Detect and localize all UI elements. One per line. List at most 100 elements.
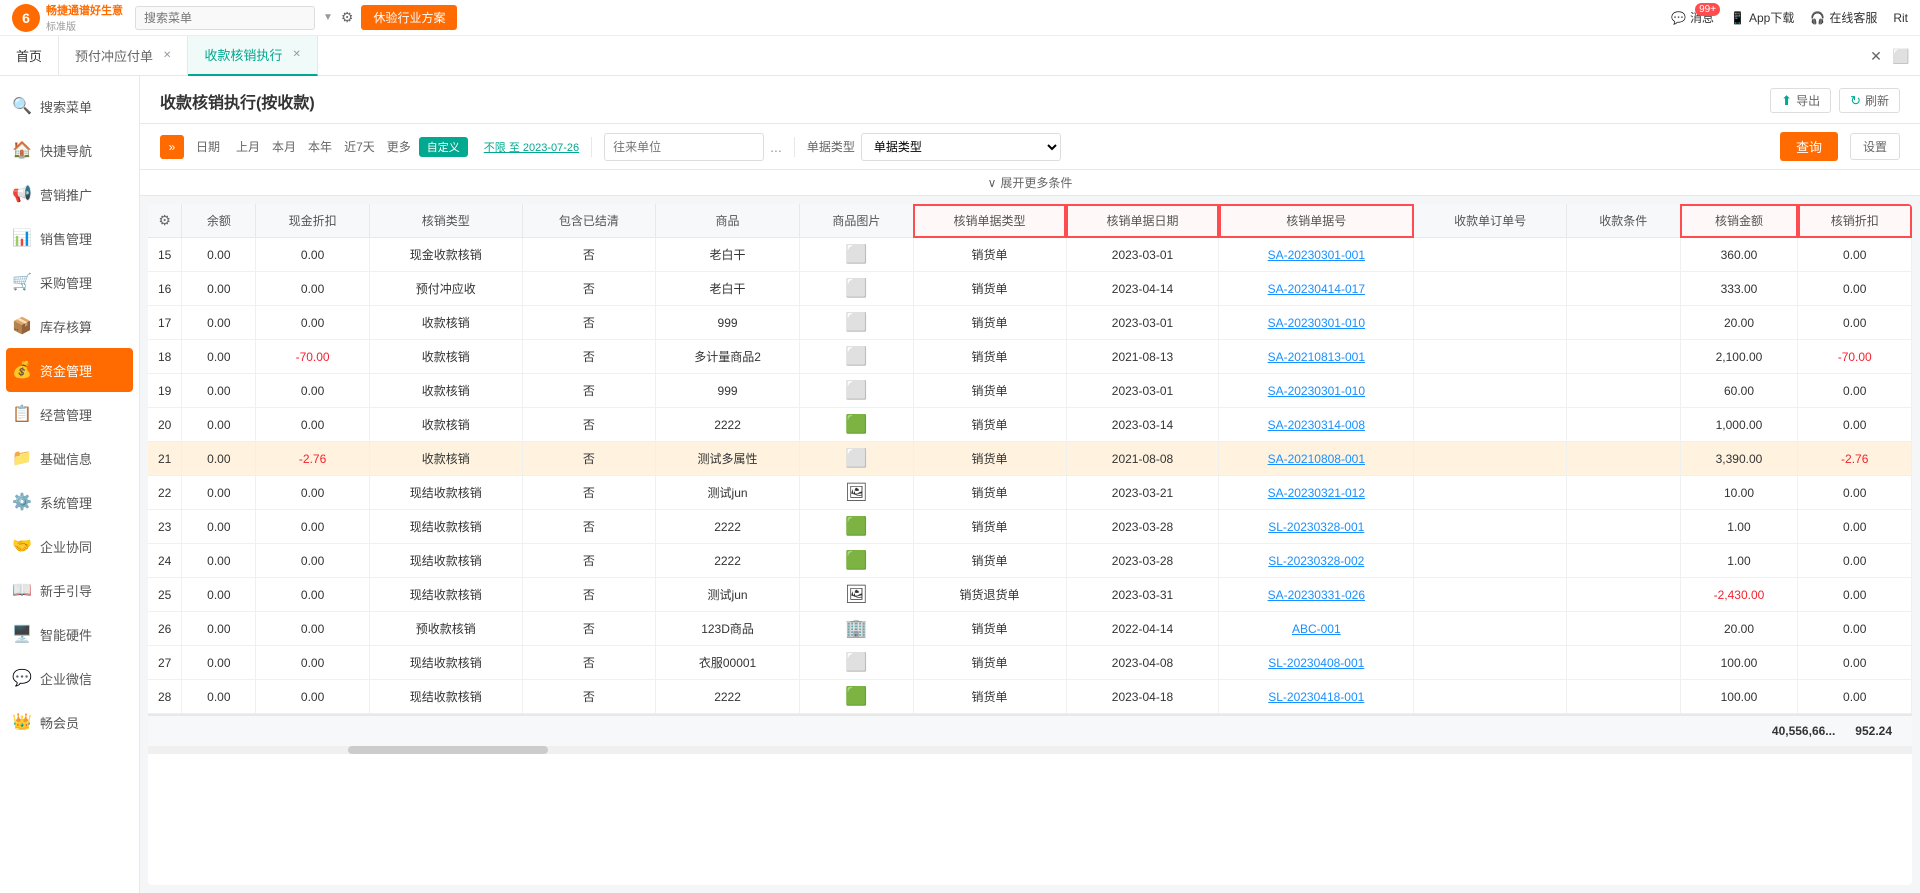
cell-product-img: ⬜: [800, 374, 913, 408]
close-window-btn[interactable]: ✕: [1868, 48, 1884, 64]
dots-icon[interactable]: ...: [770, 139, 782, 155]
app-download[interactable]: 📱 App下载: [1730, 9, 1794, 26]
scrollbar-track[interactable]: [148, 746, 1912, 754]
cell-cancel-amount: 1.00: [1680, 544, 1798, 578]
receipt-type-select[interactable]: 单据类型: [861, 133, 1061, 161]
cell-cancel-doc-type: 销货单: [913, 476, 1066, 510]
sidebar-item-guide[interactable]: 📖 新手引导: [0, 568, 139, 612]
cell-product: 999: [655, 306, 799, 340]
sidebar-item-sales[interactable]: 📊 销售管理: [0, 216, 139, 260]
sidebar-item-base[interactable]: 📁 基础信息: [0, 436, 139, 480]
cell-cancel-doc-no[interactable]: SA-20230301-001: [1219, 238, 1414, 272]
date-more[interactable]: 更多: [383, 136, 415, 157]
date-this-month[interactable]: 本月: [268, 136, 300, 157]
table-row: 25 0.00 0.00 现结收款核销 否 测试jun 🖼 销货退货单 2023…: [148, 578, 1912, 612]
cell-receipt-order-no: [1414, 510, 1567, 544]
sidebar-item-collab[interactable]: 🤝 企业协同: [0, 524, 139, 568]
cell-cancel-doc-no[interactable]: SL-20230328-002: [1219, 544, 1414, 578]
cell-cancel-type: 现结收款核销: [369, 578, 522, 612]
cell-cancel-type: 现结收款核销: [369, 646, 522, 680]
cell-include-cleared: 否: [522, 646, 655, 680]
cell-cancel-doc-no[interactable]: SL-20230418-001: [1219, 680, 1414, 714]
cell-cancel-doc-no[interactable]: SA-20230321-012: [1219, 476, 1414, 510]
cell-cancel-doc-type: 销货单: [913, 340, 1066, 374]
gear-icon[interactable]: ⚙: [341, 9, 354, 26]
cell-cash-discount: 0.00: [256, 374, 369, 408]
sidebar-item-system[interactable]: ⚙️ 系统管理: [0, 480, 139, 524]
sidebar-item-wechat[interactable]: 💬 企业微信: [0, 656, 139, 700]
user-name[interactable]: Rit: [1893, 11, 1908, 25]
tab-receipt-cancel[interactable]: 收款核销执行 ✕: [188, 36, 317, 76]
cell-product: 多计量商品2: [655, 340, 799, 374]
cell-include-cleared: 否: [522, 476, 655, 510]
date-group: 上月 本月 本年 近7天 更多 自定义: [232, 136, 468, 157]
cell-cancel-doc-no[interactable]: SA-20230414-017: [1219, 272, 1414, 306]
cell-balance: 0.00: [182, 340, 256, 374]
sidebar-item-inventory[interactable]: 📦 库存核算: [0, 304, 139, 348]
sidebar-item-marketing[interactable]: 📢 营销推广: [0, 172, 139, 216]
footer-total-discount: 952.24: [1855, 724, 1892, 738]
sidebar-item-member[interactable]: 👑 畅会员: [0, 700, 139, 744]
tab-prepay[interactable]: 预付冲应付单 ✕: [59, 36, 188, 76]
scrollbar-thumb[interactable]: [348, 746, 548, 754]
filter-setting-btn[interactable]: 设置: [1850, 133, 1900, 160]
sidebar-item-search[interactable]: 🔍 搜索菜单: [0, 84, 139, 128]
cell-cancel-doc-date: 2023-04-18: [1066, 680, 1219, 714]
tab-home[interactable]: 首页: [0, 36, 59, 76]
cell-cancel-amount: -2,430.00: [1680, 578, 1798, 612]
expand-conditions-btn[interactable]: ∨ 展开更多条件: [988, 174, 1073, 191]
cell-cancel-doc-no[interactable]: SA-20210808-001: [1219, 442, 1414, 476]
cell-cancel-doc-date: 2023-03-21: [1066, 476, 1219, 510]
cell-cancel-doc-no[interactable]: SA-20230301-010: [1219, 306, 1414, 340]
table-row: 24 0.00 0.00 现结收款核销 否 2222 🟩 销货单 2023-03…: [148, 544, 1912, 578]
cell-cancel-doc-no[interactable]: SA-20230314-008: [1219, 408, 1414, 442]
refresh-btn[interactable]: ↻ 刷新: [1839, 88, 1900, 113]
date-custom-btn[interactable]: 自定义: [419, 137, 468, 157]
cell-product: 999: [655, 374, 799, 408]
cell-balance: 0.00: [182, 612, 256, 646]
cell-cancel-doc-no[interactable]: SL-20230408-001: [1219, 646, 1414, 680]
tab-close-icon[interactable]: ✕: [163, 50, 171, 61]
sidebar-item-purchase[interactable]: 🛒 采购管理: [0, 260, 139, 304]
tab-active-close-icon[interactable]: ✕: [292, 49, 300, 60]
cell-cash-discount: 0.00: [256, 680, 369, 714]
cell-product: 123D商品: [655, 612, 799, 646]
online-service[interactable]: 🎧 在线客服: [1810, 9, 1877, 26]
date-this-year[interactable]: 本年: [304, 136, 336, 157]
notification-bell[interactable]: 💬 消息 99+: [1671, 9, 1714, 26]
table-area: ⚙ 余额 现金折扣 核销类型 包含已结清 商品 商品图片 核销单据类型 核销单据…: [148, 204, 1912, 885]
cell-num: 22: [148, 476, 182, 510]
cell-cancel-doc-date: 2023-03-14: [1066, 408, 1219, 442]
industry-btn[interactable]: 休验行业方案: [361, 5, 457, 30]
hardware-icon: 🖥️: [12, 624, 32, 644]
finance-icon: 💰: [12, 360, 32, 380]
cell-include-cleared: 否: [522, 442, 655, 476]
search-input[interactable]: [135, 6, 315, 30]
settings-col-icon[interactable]: ⚙: [158, 212, 171, 228]
date-last-month[interactable]: 上月: [232, 136, 264, 157]
cell-balance: 0.00: [182, 238, 256, 272]
cell-cancel-doc-no[interactable]: SL-20230328-001: [1219, 510, 1414, 544]
cell-product-img: ⬜: [800, 238, 913, 272]
date-limit-text[interactable]: 不限 至 2023-07-26: [484, 139, 579, 155]
cell-product-img: 🟩: [800, 510, 913, 544]
cell-product: 老白干: [655, 238, 799, 272]
cell-cancel-doc-no[interactable]: SA-20210813-001: [1219, 340, 1414, 374]
cell-cancel-doc-no[interactable]: SA-20230301-010: [1219, 374, 1414, 408]
cell-cancel-doc-no[interactable]: SA-20230331-026: [1219, 578, 1414, 612]
maximize-window-btn[interactable]: ⬜: [1892, 48, 1908, 64]
sidebar-item-management[interactable]: 📋 经营管理: [0, 392, 139, 436]
filter-toggle-btn[interactable]: »: [160, 135, 184, 159]
sidebar-item-nav[interactable]: 🏠 快捷导航: [0, 128, 139, 172]
export-btn[interactable]: ⬆ 导出: [1770, 88, 1831, 113]
search-menu-icon: 🔍: [12, 96, 32, 116]
from-unit-input[interactable]: [604, 133, 764, 161]
sidebar-item-finance[interactable]: 💰 资金管理: [6, 348, 133, 392]
cell-cancel-doc-no[interactable]: ABC-001: [1219, 612, 1414, 646]
query-btn[interactable]: 查询: [1780, 132, 1838, 161]
table-row: 21 0.00 -2.76 收款核销 否 测试多属性 ⬜ 销货单 2021-08…: [148, 442, 1912, 476]
cell-cancel-discount: 0.00: [1798, 680, 1912, 714]
date-7days[interactable]: 近7天: [340, 136, 379, 157]
cell-cancel-type: 预收款核销: [369, 612, 522, 646]
sidebar-item-hardware[interactable]: 🖥️ 智能硬件: [0, 612, 139, 656]
